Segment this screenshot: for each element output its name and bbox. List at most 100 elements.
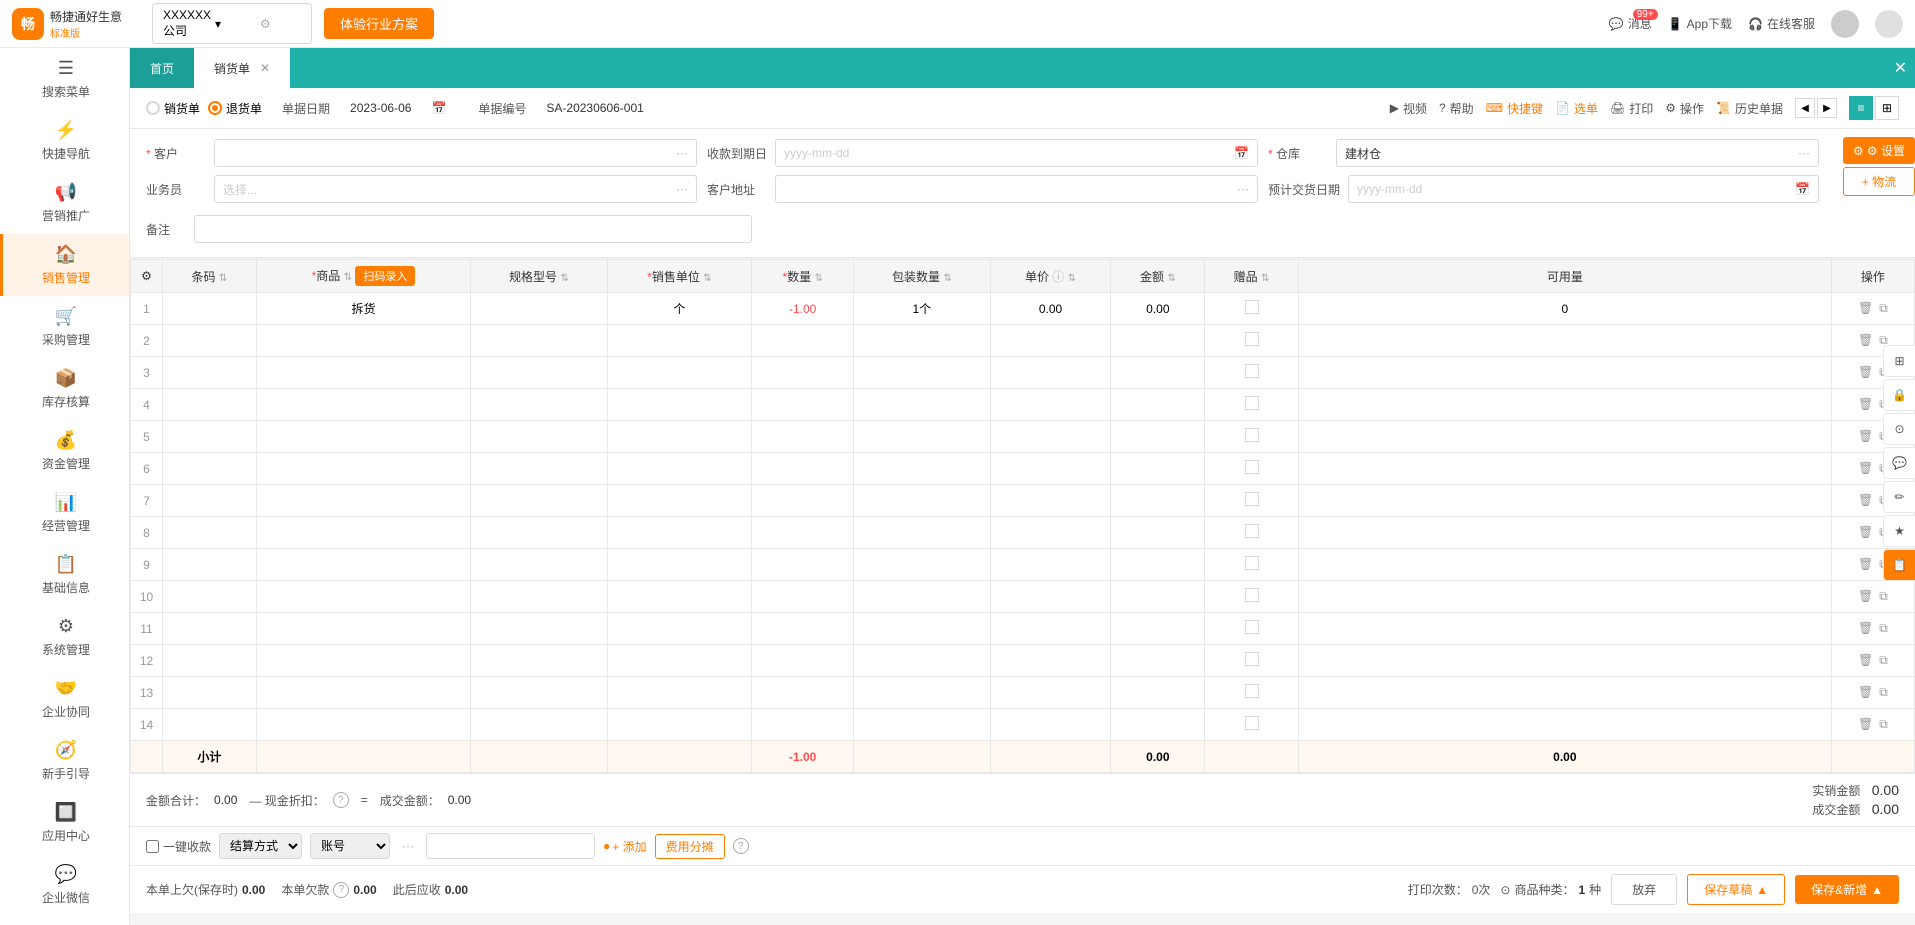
video-action[interactable]: ▶ 视频 (1390, 100, 1427, 117)
next-record-button[interactable]: ▶ (1817, 98, 1837, 118)
tab-sales-order[interactable]: 销货单 ✕ (194, 48, 290, 88)
sidebar-item-apps[interactable]: 🔲 应用中心 (0, 792, 129, 854)
logistics-button[interactable]: + 物流 (1843, 167, 1915, 196)
spec-sort-icon[interactable]: ⇅ (560, 273, 568, 284)
sidebar-item-search[interactable]: ☰ 搜索菜单 (0, 48, 129, 110)
company-selector[interactable]: XXXXXX公司 ▾ ⚙ (152, 3, 312, 44)
trial-button[interactable]: 体验行业方案 (324, 8, 434, 39)
delete-icon[interactable]: 🗑 (1858, 365, 1873, 380)
sidebar-item-sales[interactable]: 🏠 销售管理 (0, 234, 129, 296)
copy-icon[interactable]: ⧉ (1879, 653, 1888, 668)
sidebar-item-member[interactable]: V 畅会员 (0, 916, 129, 925)
row-1-unit[interactable]: 个 (607, 293, 752, 325)
sidebar-item-operations[interactable]: 📊 经营管理 (0, 482, 129, 544)
sidebar-item-guide[interactable]: 🧭 新手引导 (0, 730, 129, 792)
sidebar-item-wechat[interactable]: 💬 企业微信 (0, 854, 129, 916)
customer-input[interactable]: ··· (214, 139, 697, 167)
payment-method-select[interactable]: 结算方式 (219, 833, 302, 859)
user-avatar[interactable] (1831, 10, 1859, 38)
save-new-button[interactable]: 保存&新增 ▲ (1795, 875, 1899, 904)
sidebar-item-finance[interactable]: 💰 资金管理 (0, 420, 129, 482)
sidebar-item-marketing[interactable]: 📢 营销推广 (0, 172, 129, 234)
float-btn-4[interactable]: 💬 (1883, 447, 1915, 479)
expense-help-icon[interactable]: ? (733, 838, 749, 854)
delete-icon[interactable]: 🗑 (1858, 525, 1873, 540)
delete-icon[interactable]: 🗑 (1858, 429, 1873, 444)
copy-icon-1[interactable]: ⧉ (1879, 301, 1888, 316)
customer-addr-input[interactable]: ··· (775, 175, 1258, 203)
sidebar-item-basic[interactable]: 📋 基础信息 (0, 544, 129, 606)
product-sort-icon[interactable]: ⇅ (344, 272, 352, 283)
online-service-item[interactable]: 🎧 在线客服 (1748, 15, 1815, 32)
float-btn-2[interactable]: 🔒 (1883, 379, 1915, 411)
float-btn-3[interactable]: ⊙ (1883, 413, 1915, 445)
row-1-gift[interactable] (1205, 293, 1299, 325)
row-2-product[interactable] (256, 325, 471, 357)
tab-close-icon[interactable]: ✕ (260, 61, 270, 75)
row-1-product[interactable]: 拆货 (256, 293, 471, 325)
close-all-tabs-button[interactable]: ✕ (1894, 58, 1907, 78)
delete-icon[interactable]: 🗑 (1858, 653, 1873, 668)
warehouse-input[interactable]: 建材仓 ··· (1336, 139, 1819, 167)
grid-view-button[interactable]: ⊞ (1875, 96, 1899, 120)
delete-icon[interactable]: 🗑 (1858, 333, 1873, 348)
sort-icon[interactable]: ⇅ (219, 273, 227, 284)
notes-input[interactable] (194, 215, 752, 243)
gift-sort-icon[interactable]: ⇅ (1261, 273, 1269, 284)
delete-icon[interactable]: 🗑 (1858, 461, 1873, 476)
gift-checkbox-1[interactable] (1245, 300, 1259, 314)
message-item[interactable]: 💬 消息 99+ (1609, 15, 1652, 32)
radio-return-order[interactable]: 退货单 (208, 100, 262, 117)
gear-icon[interactable]: ⚙ (260, 17, 301, 31)
sidebar-item-corp[interactable]: 🤝 企业协同 (0, 668, 129, 730)
float-btn-1[interactable]: ⊞ (1883, 345, 1915, 377)
due-date-calendar-icon[interactable]: 📅 (1234, 146, 1249, 160)
row-2-barcode[interactable] (163, 325, 257, 357)
calendar-icon[interactable]: 📅 (431, 101, 446, 115)
shortcut-key-action[interactable]: ⌨ 快捷键 (1486, 100, 1543, 117)
sidebar-item-purchase[interactable]: 🛒 采购管理 (0, 296, 129, 358)
discard-button[interactable]: 放弃 (1611, 874, 1677, 905)
expected-date-input[interactable]: yyyy-mm-dd 📅 (1348, 175, 1819, 203)
delete-icon[interactable]: 🗑 (1858, 493, 1873, 508)
sidebar-item-shortcut[interactable]: ⚡ 快捷导航 (0, 110, 129, 172)
row-1-barcode[interactable] (163, 293, 257, 325)
row-1-spec[interactable] (471, 293, 607, 325)
help-action[interactable]: ? 帮助 (1439, 100, 1474, 117)
unit-sort-icon[interactable]: ⇅ (703, 273, 711, 284)
due-date-input[interactable]: yyyy-mm-dd 📅 (775, 139, 1258, 167)
user-avatar-2[interactable] (1875, 10, 1903, 38)
scan-button[interactable]: 扫码录入 (355, 266, 415, 286)
print-action[interactable]: 🖨 打印 (1610, 100, 1653, 117)
delete-icon-1[interactable]: 🗑 (1858, 301, 1873, 316)
amount-sort-icon[interactable]: ⇅ (1167, 273, 1175, 284)
delete-icon[interactable]: 🗑 (1858, 717, 1873, 732)
radio-sales-order[interactable]: 销货单 (146, 100, 200, 117)
delete-icon[interactable]: 🗑 (1858, 397, 1873, 412)
sidebar-item-system[interactable]: ⚙ 系统管理 (0, 606, 129, 668)
delete-icon[interactable]: 🗑 (1858, 589, 1873, 604)
salesperson-input[interactable]: 选择... ··· (214, 175, 697, 203)
arrear-help-icon[interactable]: ? (333, 882, 349, 898)
tab-home[interactable]: 首页 (130, 48, 194, 88)
expected-date-calendar-icon[interactable]: 📅 (1795, 182, 1810, 196)
payment-account-select[interactable]: 账号 (310, 833, 390, 859)
save-draft-button[interactable]: 保存草稿 ▲ (1687, 874, 1785, 905)
float-btn-5[interactable]: ✏ (1883, 481, 1915, 513)
product-kind-radio-icon[interactable]: ⊙ (1500, 883, 1510, 897)
history-action[interactable]: 📜 历史单据 (1716, 100, 1783, 117)
expense-split-button[interactable]: 费用分摊 (655, 834, 725, 859)
app-download-item[interactable]: 📱 App下载 (1668, 15, 1732, 32)
add-payment-button[interactable]: ● + 添加 (603, 838, 647, 855)
operation-action[interactable]: ⚙ 操作 (1665, 100, 1704, 117)
qty-sort-icon[interactable]: ⇅ (814, 273, 822, 284)
prev-record-button[interactable]: ◀ (1795, 98, 1815, 118)
row-1-price[interactable]: 0.00 (990, 293, 1111, 325)
row-1-pkg-qty[interactable]: 1个 (854, 293, 990, 325)
float-btn-7[interactable]: 📋 (1883, 549, 1915, 581)
row-1-amount[interactable]: 0.00 (1111, 293, 1205, 325)
list-view-button[interactable]: ≡ (1849, 96, 1873, 120)
settings-button[interactable]: ⚙ ⚙ 设置 (1843, 137, 1915, 164)
delete-icon[interactable]: 🗑 (1858, 685, 1873, 700)
copy-icon[interactable]: ⧉ (1879, 621, 1888, 636)
